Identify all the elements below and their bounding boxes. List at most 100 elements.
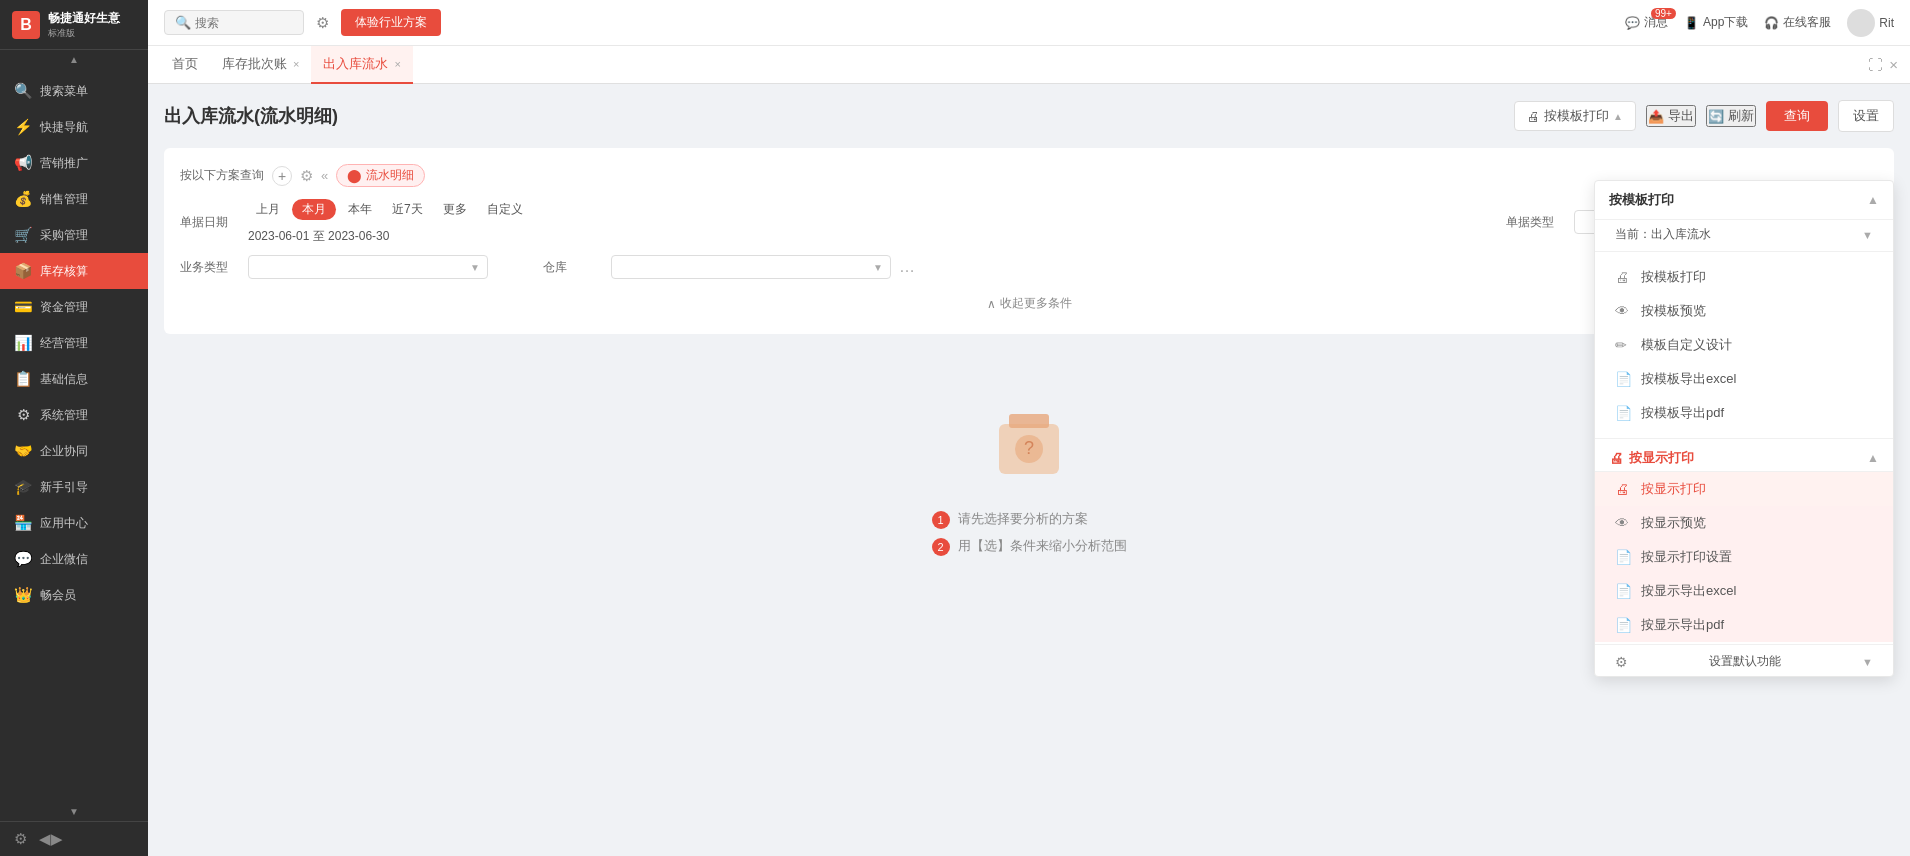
dropdown-header: 按模板打印 ▲ [1595, 181, 1893, 220]
filter-collapse-icon[interactable]: « [321, 168, 328, 183]
dropdown-item-display-pdf[interactable]: 📄 按显示导出pdf [1595, 608, 1893, 642]
sidebar-item-finance[interactable]: 💳 资金管理 [0, 289, 148, 325]
sidebar-item-operations[interactable]: 📊 经营管理 [0, 325, 148, 361]
sidebar-item-search[interactable]: 🔍 搜索菜单 [0, 73, 148, 109]
sidebar-item-label: 基础信息 [40, 371, 88, 388]
dropdown-current-arrow-icon[interactable]: ▼ [1862, 229, 1873, 241]
logo-text: 畅捷通好生意 标准版 [48, 10, 120, 39]
dropdown-display-collapse-icon[interactable]: ▲ [1867, 451, 1879, 465]
step-1-num: 1 [932, 511, 950, 529]
dropdown-default-arrow-icon[interactable]: ▼ [1862, 656, 1873, 668]
filter-settings-icon[interactable]: ⚙ [300, 167, 313, 185]
step-1-text: 请先选择要分析的方案 [958, 510, 1088, 528]
refresh-button[interactable]: 🔄 刷新 [1706, 105, 1756, 127]
guide-icon: 🎓 [14, 478, 32, 496]
sidebar-item-sales[interactable]: 💰 销售管理 [0, 181, 148, 217]
export-button[interactable]: 📤 导出 [1646, 105, 1696, 127]
sidebar-item-member[interactable]: 👑 畅会员 [0, 577, 148, 613]
filter-date-last-month[interactable]: 上月 [248, 199, 288, 220]
sidebar-item-wechat[interactable]: 💬 企业微信 [0, 541, 148, 577]
footer-collapse-icon[interactable]: ◀▶ [39, 830, 63, 848]
sidebar-item-cooperation[interactable]: 🤝 企业协同 [0, 433, 148, 469]
search-icon: 🔍 [175, 15, 191, 30]
display-excel-icon: 📄 [1615, 583, 1631, 599]
dropdown-item-template-custom[interactable]: ✏ 模板自定义设计 [1595, 328, 1893, 362]
filter-date-this-month[interactable]: 本月 [292, 199, 336, 220]
message-button[interactable]: 💬 消息 99+ [1625, 14, 1668, 31]
tab-expand-icon[interactable]: ⛶ [1868, 56, 1883, 73]
settings-button[interactable]: 设置 [1838, 100, 1894, 132]
tab-flow-close[interactable]: × [394, 58, 400, 70]
dropdown-display-section-label: 🖨 按显示打印 [1609, 449, 1694, 467]
filter-date-last-7[interactable]: 近7天 [384, 199, 431, 220]
filter-date-range: 2023-06-01 至 2023-06-30 [248, 228, 531, 245]
sidebar-item-guide[interactable]: 🎓 新手引导 [0, 469, 148, 505]
tabs-actions: ⛶ × [1868, 56, 1898, 73]
tab-batch-close[interactable]: × [293, 58, 299, 70]
dropdown-item-display-preview[interactable]: 👁 按显示预览 [1595, 506, 1893, 540]
dropdown-item-template-preview-label: 按模板预览 [1641, 302, 1706, 320]
filter-biz-type-wrapper [248, 255, 488, 279]
sidebar-scroll-up[interactable]: ▲ [0, 50, 148, 69]
template-excel-icon: 📄 [1615, 371, 1631, 387]
tab-flow[interactable]: 出入库流水 × [311, 46, 412, 84]
industry-solution-button[interactable]: 体验行业方案 [341, 9, 441, 36]
tab-close-all-icon[interactable]: × [1889, 56, 1898, 73]
dropdown-item-display-pdf-label: 按显示导出pdf [1641, 616, 1724, 634]
template-print-icon: 🖨 [1615, 269, 1631, 285]
logo-icon: B [12, 11, 40, 39]
dropdown-item-display-excel[interactable]: 📄 按显示导出excel [1595, 574, 1893, 608]
dropdown-item-template-preview[interactable]: 👁 按模板预览 [1595, 294, 1893, 328]
sidebar-item-quick-nav[interactable]: ⚡ 快捷导航 [0, 109, 148, 145]
dropdown-current-label: 当前：出入库流水 ▼ [1595, 220, 1893, 249]
dropdown-item-template-pdf[interactable]: 📄 按模板导出pdf [1595, 396, 1893, 430]
sidebar-item-inventory[interactable]: 📦 库存核算 [0, 253, 148, 289]
sidebar-item-app-center[interactable]: 🏪 应用中心 [0, 505, 148, 541]
sidebar-item-marketing[interactable]: 📢 营销推广 [0, 145, 148, 181]
tabs-bar: 首页 库存批次账 × 出入库流水 × ⛶ × [148, 46, 1910, 84]
topbar-search-input[interactable] [195, 16, 295, 30]
filter-date-more[interactable]: 更多 [435, 199, 475, 220]
sidebar-item-purchase[interactable]: 🛒 采购管理 [0, 217, 148, 253]
sidebar-item-system[interactable]: ⚙ 系统管理 [0, 397, 148, 433]
filter-warehouse-select[interactable] [611, 255, 891, 279]
dropdown-template-section: 🖨 按模板打印 👁 按模板预览 ✏ 模板自定义设计 📄 按模板导出excel 📄 [1595, 254, 1893, 436]
dropdown-item-display-print-settings[interactable]: 📄 按显示打印设置 [1595, 540, 1893, 574]
sales-icon: 💰 [14, 190, 32, 208]
cooperation-icon: 🤝 [14, 442, 32, 460]
filter-add-button[interactable]: + [272, 166, 292, 186]
svg-rect-1 [1009, 414, 1049, 428]
app-center-icon: 🏪 [14, 514, 32, 532]
print-arrow-up-icon: ▲ [1613, 111, 1623, 122]
topbar-gear-icon[interactable]: ⚙ [316, 14, 329, 32]
query-button[interactable]: 查询 [1766, 101, 1828, 131]
footer-settings-icon[interactable]: ⚙ [14, 830, 27, 848]
print-template-button[interactable]: 🖨 按模板打印 ▲ [1514, 101, 1636, 131]
filter-warehouse-field: 仓库 … [543, 255, 915, 279]
filter-date-buttons: 上月 本月 本年 近7天 更多 自定义 [248, 199, 531, 220]
print-label: 按模板打印 [1544, 107, 1609, 125]
app-download-icon: 📱 [1684, 16, 1699, 30]
sidebar-item-label: 应用中心 [40, 515, 88, 532]
dropdown-item-template-excel[interactable]: 📄 按模板导出excel [1595, 362, 1893, 396]
dropdown-item-display-print[interactable]: 🖨 按显示打印 [1595, 472, 1893, 506]
dropdown-collapse-icon[interactable]: ▲ [1867, 193, 1879, 207]
app-download-button[interactable]: 📱 App下载 [1684, 14, 1748, 31]
filter-warehouse-ellipsis[interactable]: … [899, 258, 915, 276]
filter-date-custom[interactable]: 自定义 [479, 199, 531, 220]
user-avatar-button[interactable]: Rit [1847, 9, 1894, 37]
sidebar-scroll-down[interactable]: ▼ [0, 802, 148, 821]
sidebar-item-label: 销售管理 [40, 191, 88, 208]
sidebar-item-label: 企业微信 [40, 551, 88, 568]
tab-home[interactable]: 首页 [160, 46, 210, 84]
refresh-icon: 🔄 [1708, 109, 1724, 124]
filter-biz-type-select[interactable] [248, 255, 488, 279]
sidebar-item-basic[interactable]: 📋 基础信息 [0, 361, 148, 397]
filter-date-this-year[interactable]: 本年 [340, 199, 380, 220]
service-button[interactable]: 🎧 在线客服 [1764, 14, 1831, 31]
tab-batch[interactable]: 库存批次账 × [210, 46, 311, 84]
dropdown-item-template-print[interactable]: 🖨 按模板打印 [1595, 260, 1893, 294]
finance-icon: 💳 [14, 298, 32, 316]
step-2-text: 用【选】条件来缩小分析范围 [958, 537, 1127, 555]
display-settings-icon: 📄 [1615, 549, 1631, 565]
